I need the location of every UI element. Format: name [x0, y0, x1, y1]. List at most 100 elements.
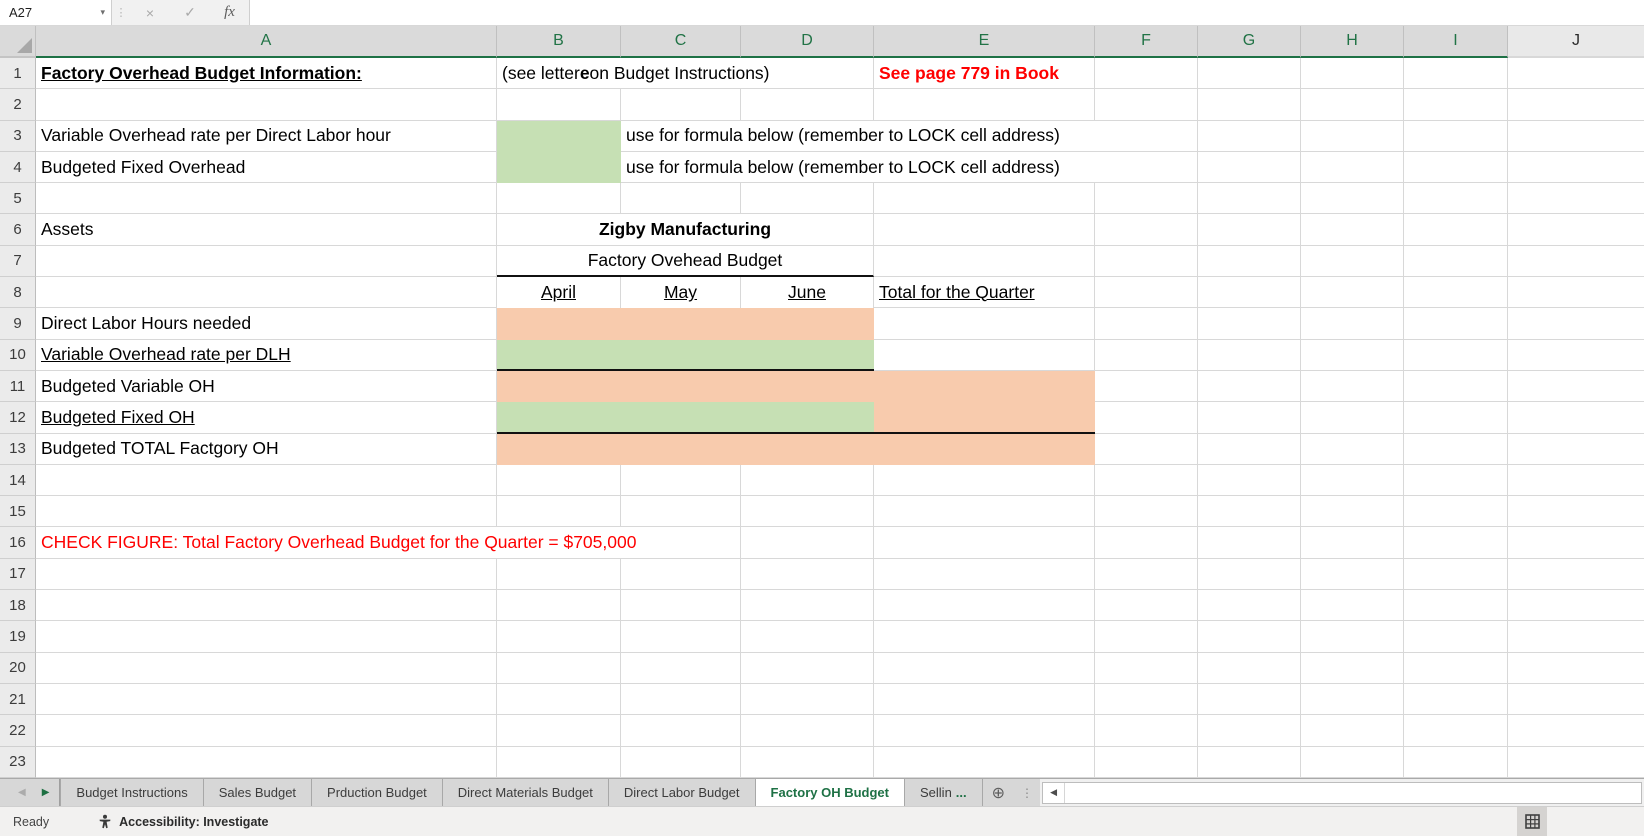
- row-header-22[interactable]: 22: [0, 715, 36, 747]
- cell[interactable]: [1404, 715, 1508, 747]
- cell[interactable]: [1198, 120, 1301, 152]
- cell[interactable]: [1508, 308, 1644, 340]
- cell[interactable]: [1301, 558, 1404, 591]
- cell[interactable]: [1508, 214, 1644, 246]
- cell[interactable]: [1508, 465, 1644, 497]
- cell[interactable]: [1095, 89, 1198, 121]
- row-header-21[interactable]: 21: [0, 683, 36, 716]
- cell[interactable]: [497, 590, 621, 622]
- cell[interactable]: [1198, 652, 1301, 684]
- cell[interactable]: [1404, 746, 1508, 778]
- cell[interactable]: [1198, 183, 1301, 215]
- cell[interactable]: [1301, 370, 1404, 403]
- cell[interactable]: [1198, 58, 1301, 90]
- cell[interactable]: [497, 715, 621, 747]
- column-header-h[interactable]: H: [1301, 26, 1404, 58]
- cell-a6[interactable]: Assets: [36, 214, 497, 246]
- cell[interactable]: [874, 496, 1095, 528]
- cell[interactable]: [874, 89, 1095, 121]
- cell[interactable]: [1198, 527, 1301, 559]
- formula-input[interactable]: [250, 0, 1644, 25]
- cell-a16[interactable]: CHECK FIGURE: Total Factory Overhead Bud…: [36, 527, 741, 559]
- cell[interactable]: [36, 590, 497, 622]
- cell[interactable]: [497, 621, 621, 653]
- cell[interactable]: [1198, 464, 1301, 497]
- cell[interactable]: [1095, 183, 1198, 215]
- cell[interactable]: [874, 464, 1095, 497]
- cell[interactable]: [1301, 464, 1404, 497]
- row-header-2[interactable]: 2: [0, 89, 36, 121]
- row-header-10[interactable]: 10: [0, 339, 36, 371]
- cell[interactable]: [1198, 590, 1301, 622]
- cell-e1[interactable]: See page 779 in Book: [874, 58, 1095, 90]
- cell[interactable]: [741, 527, 874, 559]
- cell[interactable]: [1198, 621, 1301, 653]
- cell[interactable]: [1404, 183, 1508, 215]
- row-header-9[interactable]: 9: [0, 308, 36, 340]
- cell[interactable]: [1404, 683, 1508, 716]
- row-header-7[interactable]: 7: [0, 245, 36, 278]
- cell[interactable]: [1301, 89, 1404, 121]
- cell-a13[interactable]: Budgeted TOTAL Factgory OH: [36, 433, 497, 465]
- cell[interactable]: [621, 746, 741, 778]
- cell[interactable]: [621, 496, 741, 528]
- cell[interactable]: [1095, 433, 1198, 465]
- cell[interactable]: [1508, 371, 1644, 403]
- cell[interactable]: [1404, 339, 1508, 371]
- cell[interactable]: [741, 652, 874, 684]
- cell[interactable]: [36, 683, 497, 716]
- column-header-a[interactable]: A: [36, 26, 497, 58]
- cell[interactable]: [497, 89, 621, 121]
- cell-b13-e13-input[interactable]: [497, 433, 1095, 465]
- column-header-d[interactable]: D: [741, 26, 874, 58]
- cell[interactable]: [1301, 652, 1404, 684]
- column-header-i[interactable]: I: [1404, 26, 1508, 58]
- cell[interactable]: [1404, 652, 1508, 684]
- cell[interactable]: [1301, 433, 1404, 465]
- cell[interactable]: [1301, 58, 1404, 90]
- cell[interactable]: [1301, 245, 1404, 278]
- row-header-11[interactable]: 11: [0, 370, 36, 403]
- cell[interactable]: [1508, 653, 1644, 684]
- cell[interactable]: [1095, 590, 1198, 622]
- cell[interactable]: [1198, 339, 1301, 371]
- cell[interactable]: [1404, 277, 1508, 309]
- cell[interactable]: [36, 496, 497, 528]
- cell-e8[interactable]: Total for the Quarter: [874, 277, 1095, 309]
- cell[interactable]: [1301, 590, 1404, 622]
- cell[interactable]: [1301, 621, 1404, 653]
- cell[interactable]: [874, 339, 1095, 371]
- row-header-14[interactable]: 14: [0, 464, 36, 497]
- normal-view-button[interactable]: [1517, 807, 1547, 836]
- cell[interactable]: [1404, 370, 1508, 403]
- cell[interactable]: [1508, 684, 1644, 716]
- row-header-12[interactable]: 12: [0, 402, 36, 434]
- cell[interactable]: [1301, 527, 1404, 559]
- cell-c4[interactable]: use for formula below (remember to LOCK …: [621, 151, 1198, 184]
- cell[interactable]: [1095, 496, 1198, 528]
- cell[interactable]: [621, 652, 741, 684]
- row-header-8[interactable]: 8: [0, 277, 36, 309]
- cell[interactable]: [1508, 183, 1644, 215]
- cell[interactable]: [741, 746, 874, 778]
- row-header-18[interactable]: 18: [0, 590, 36, 622]
- cell[interactable]: [874, 652, 1095, 684]
- row-header-15[interactable]: 15: [0, 496, 36, 528]
- cell[interactable]: [36, 558, 497, 591]
- cell[interactable]: [497, 652, 621, 684]
- cell[interactable]: [1095, 58, 1198, 90]
- enter-icon[interactable]: ✓: [170, 0, 210, 25]
- cell[interactable]: [1508, 121, 1644, 152]
- cell[interactable]: [1301, 308, 1404, 340]
- cell[interactable]: [1404, 151, 1508, 184]
- cell[interactable]: [1404, 120, 1508, 152]
- cell[interactable]: [1198, 214, 1301, 246]
- name-box-dropdown-icon[interactable]: ▾: [100, 7, 105, 18]
- accessibility-button[interactable]: Accessibility: Investigate: [97, 814, 269, 830]
- cell[interactable]: [1095, 652, 1198, 684]
- column-header-c[interactable]: C: [621, 26, 741, 58]
- cell-b8[interactable]: April: [497, 277, 621, 309]
- new-sheet-icon[interactable]: ⊕: [983, 779, 1014, 806]
- cell[interactable]: [36, 746, 497, 778]
- name-box[interactable]: A27 ▾: [0, 0, 112, 25]
